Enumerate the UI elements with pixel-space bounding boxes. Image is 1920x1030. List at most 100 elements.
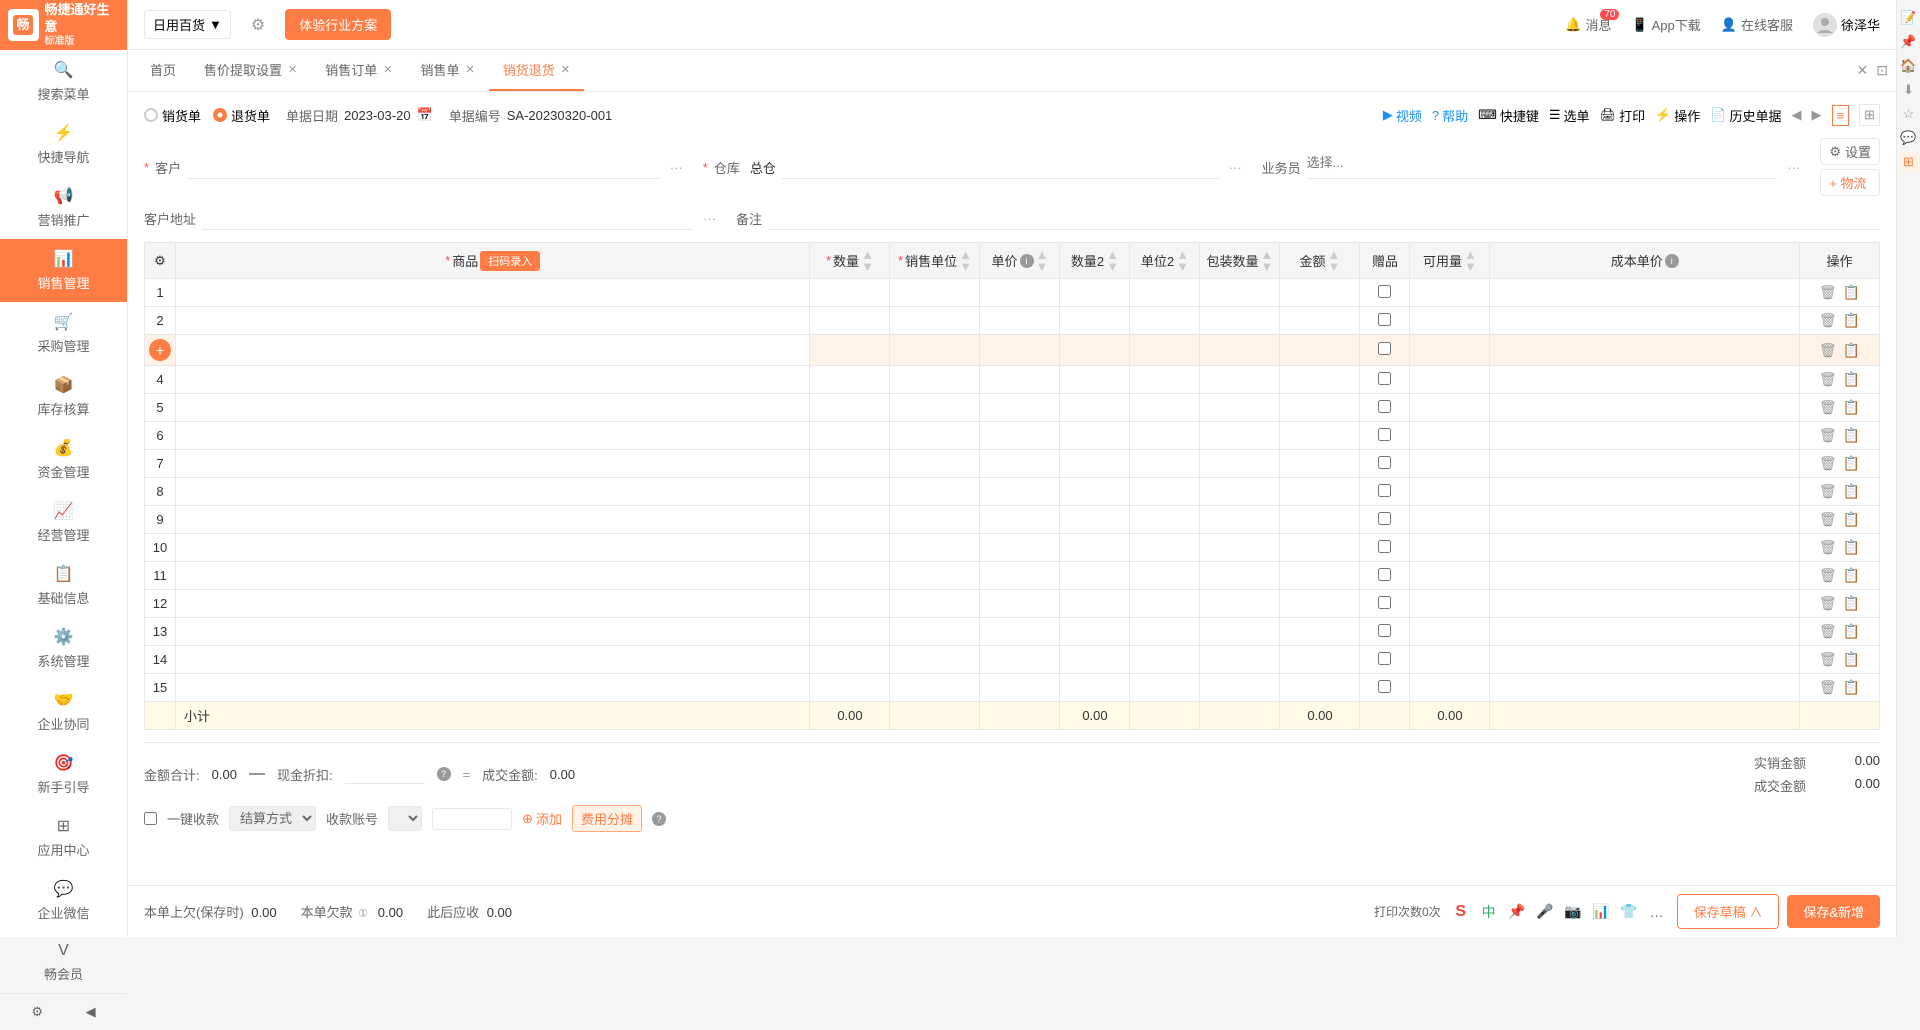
right-panel-star-icon[interactable]: ☆: [1899, 104, 1919, 124]
remark-input[interactable]: [768, 206, 1880, 221]
right-panel-screen-icon[interactable]: ⊞: [1899, 152, 1919, 172]
qty-cell-active[interactable]: [810, 335, 890, 366]
tool-shirt-icon[interactable]: 👕: [1617, 900, 1641, 924]
table-settings-icon[interactable]: ⚙: [154, 253, 166, 268]
product-cell[interactable]: [176, 307, 810, 335]
price-cell[interactable]: [980, 307, 1060, 335]
tool-chinese-icon[interactable]: 中: [1477, 900, 1501, 924]
qty2-cell[interactable]: [1060, 279, 1130, 307]
toolbar-print-btn[interactable]: 🖨 打印: [1600, 106, 1646, 125]
sidebar-item-quicknav[interactable]: ⚡ 快捷导航: [0, 113, 127, 176]
available-cell[interactable]: [1410, 279, 1490, 307]
qty-cell[interactable]: [810, 279, 890, 307]
toolbar-help-btn[interactable]: ? 帮助: [1432, 106, 1468, 125]
qty2-cell-active[interactable]: [1060, 335, 1130, 366]
unit-cell[interactable]: [890, 279, 980, 307]
right-panel-pin-icon[interactable]: 📌: [1899, 32, 1919, 52]
gift-checkbox[interactable]: [1378, 652, 1391, 665]
cost-allocation-button[interactable]: 费用分摊: [572, 805, 642, 832]
copy-icon[interactable]: 📋: [1843, 539, 1860, 556]
tab-close-sales[interactable]: ✕: [466, 63, 475, 76]
toolbar-video-btn[interactable]: ▶ 视频: [1383, 106, 1422, 125]
gift-checkbox[interactable]: [1378, 596, 1391, 609]
price-info-icon[interactable]: i: [1020, 254, 1034, 268]
discount-help-icon[interactable]: ?: [437, 767, 451, 781]
amount-sort-icon[interactable]: ▲▼: [1328, 249, 1341, 272]
gift-checkbox[interactable]: [1378, 680, 1391, 693]
tab-sales-order[interactable]: 销售订单 ✕: [311, 50, 406, 91]
copy-icon[interactable]: 📋: [1843, 567, 1860, 584]
sidebar-item-guide[interactable]: 🎯 新手引导: [0, 743, 127, 806]
tab-home[interactable]: 首页: [136, 50, 190, 91]
delete-row-icon[interactable]: 🗑: [1819, 284, 1837, 301]
available-cell-active[interactable]: [1410, 335, 1490, 366]
radio-sales[interactable]: 销货单: [144, 106, 201, 125]
tool-camera-icon[interactable]: 📷: [1561, 900, 1585, 924]
price-cell-active[interactable]: [980, 335, 1060, 366]
right-panel-chat-icon[interactable]: 💬: [1899, 128, 1919, 148]
copy-icon[interactable]: 📋: [1843, 623, 1860, 640]
tab-sales-return[interactable]: 销货退货 ✕: [489, 50, 584, 91]
gift-checkbox[interactable]: [1378, 285, 1391, 298]
calendar-icon[interactable]: 📅: [417, 107, 433, 123]
sidebar-item-operations[interactable]: 📈 经营管理: [0, 491, 127, 554]
warehouse-expand-icon[interactable]: ···: [1229, 160, 1242, 175]
gift-checkbox[interactable]: [1378, 484, 1391, 497]
packqty-sort-icon[interactable]: ▲▼: [1261, 249, 1274, 272]
sidebar-item-vip[interactable]: V 畅会员: [0, 932, 127, 993]
unit-cell-active[interactable]: [890, 335, 980, 366]
delete-icon[interactable]: 🗑: [1819, 399, 1837, 416]
nav-selector[interactable]: 日用百货 ▼: [144, 10, 231, 39]
delete-icon[interactable]: 🗑: [1819, 595, 1837, 612]
delete-icon[interactable]: 🗑: [1819, 539, 1837, 556]
experience-button[interactable]: 体验行业方案: [285, 9, 391, 40]
delete-icon[interactable]: 🗑: [1819, 651, 1837, 668]
gift-checkbox[interactable]: [1378, 624, 1391, 637]
cost-price-cell[interactable]: [1490, 279, 1800, 307]
delete-icon[interactable]: 🗑: [1819, 455, 1837, 472]
sidebar-collapse-icon[interactable]: ◀: [86, 1004, 96, 1020]
sidebar-settings-icon[interactable]: ⚙: [31, 1004, 43, 1020]
right-panel-note-icon[interactable]: 📝: [1899, 8, 1919, 28]
tab-close-order[interactable]: ✕: [383, 63, 392, 76]
available-cell[interactable]: [1410, 307, 1490, 335]
product-input-active[interactable]: [180, 344, 805, 358]
tab-close-price[interactable]: ✕: [288, 63, 297, 76]
sidebar-item-marketing[interactable]: 📢 营销推广: [0, 176, 127, 239]
unit2-sort-icon[interactable]: ▲▼: [1176, 249, 1189, 272]
delete-icon[interactable]: 🗑: [1819, 679, 1837, 696]
unit2-cell-active[interactable]: [1130, 335, 1200, 366]
packqty-cell[interactable]: [1200, 307, 1280, 335]
tool-more-icon[interactable]: …: [1645, 900, 1669, 924]
product-cell[interactable]: [176, 279, 810, 307]
sidebar-item-basic-info[interactable]: 📋 基础信息: [0, 554, 127, 617]
tool-pin-icon[interactable]: 📌: [1505, 900, 1529, 924]
toolbar-operate-btn[interactable]: ⚡ 操作: [1655, 106, 1700, 125]
tab-sales[interactable]: 销售单 ✕: [406, 50, 488, 91]
qty-cell[interactable]: [810, 307, 890, 335]
save-new-button[interactable]: 保存&新增: [1787, 895, 1880, 928]
tab-price-settings[interactable]: 售价提取设置 ✕: [190, 50, 311, 91]
toolbar-view1-icon[interactable]: ≡: [1832, 105, 1850, 126]
unit-sort-icon[interactable]: ▲▼: [959, 249, 972, 272]
copy-icon[interactable]: 📋: [1843, 651, 1860, 668]
gift-checkbox[interactable]: [1378, 372, 1391, 385]
copy-icon[interactable]: 📋: [1843, 679, 1860, 696]
copy-icon[interactable]: 📋: [1843, 371, 1860, 388]
sidebar-item-wxwork[interactable]: 💬 企业微信: [0, 869, 127, 932]
delete-icon[interactable]: 🗑: [1819, 567, 1837, 584]
qty2-sort-icon[interactable]: ▲▼: [1106, 249, 1119, 272]
address-expand-icon[interactable]: ···: [703, 211, 716, 226]
price-sort-icon[interactable]: ▲▼: [1036, 249, 1049, 272]
delete-icon[interactable]: 🗑: [1819, 623, 1837, 640]
scan-btn-header[interactable]: 扫码录入: [480, 251, 540, 271]
copy-icon[interactable]: 📋: [1843, 427, 1860, 444]
doc-settings-button[interactable]: ⚙ 设置: [1820, 138, 1880, 165]
amount-input[interactable]: [432, 808, 512, 830]
gift-checkbox[interactable]: [1378, 540, 1391, 553]
amount-cell-active[interactable]: [1280, 335, 1360, 366]
salesperson-input[interactable]: [1307, 155, 1778, 170]
notification-button[interactable]: 🔔 消息 70: [1565, 15, 1611, 34]
right-panel-down-icon[interactable]: ⬇: [1899, 80, 1919, 100]
amount-cell[interactable]: [1280, 279, 1360, 307]
